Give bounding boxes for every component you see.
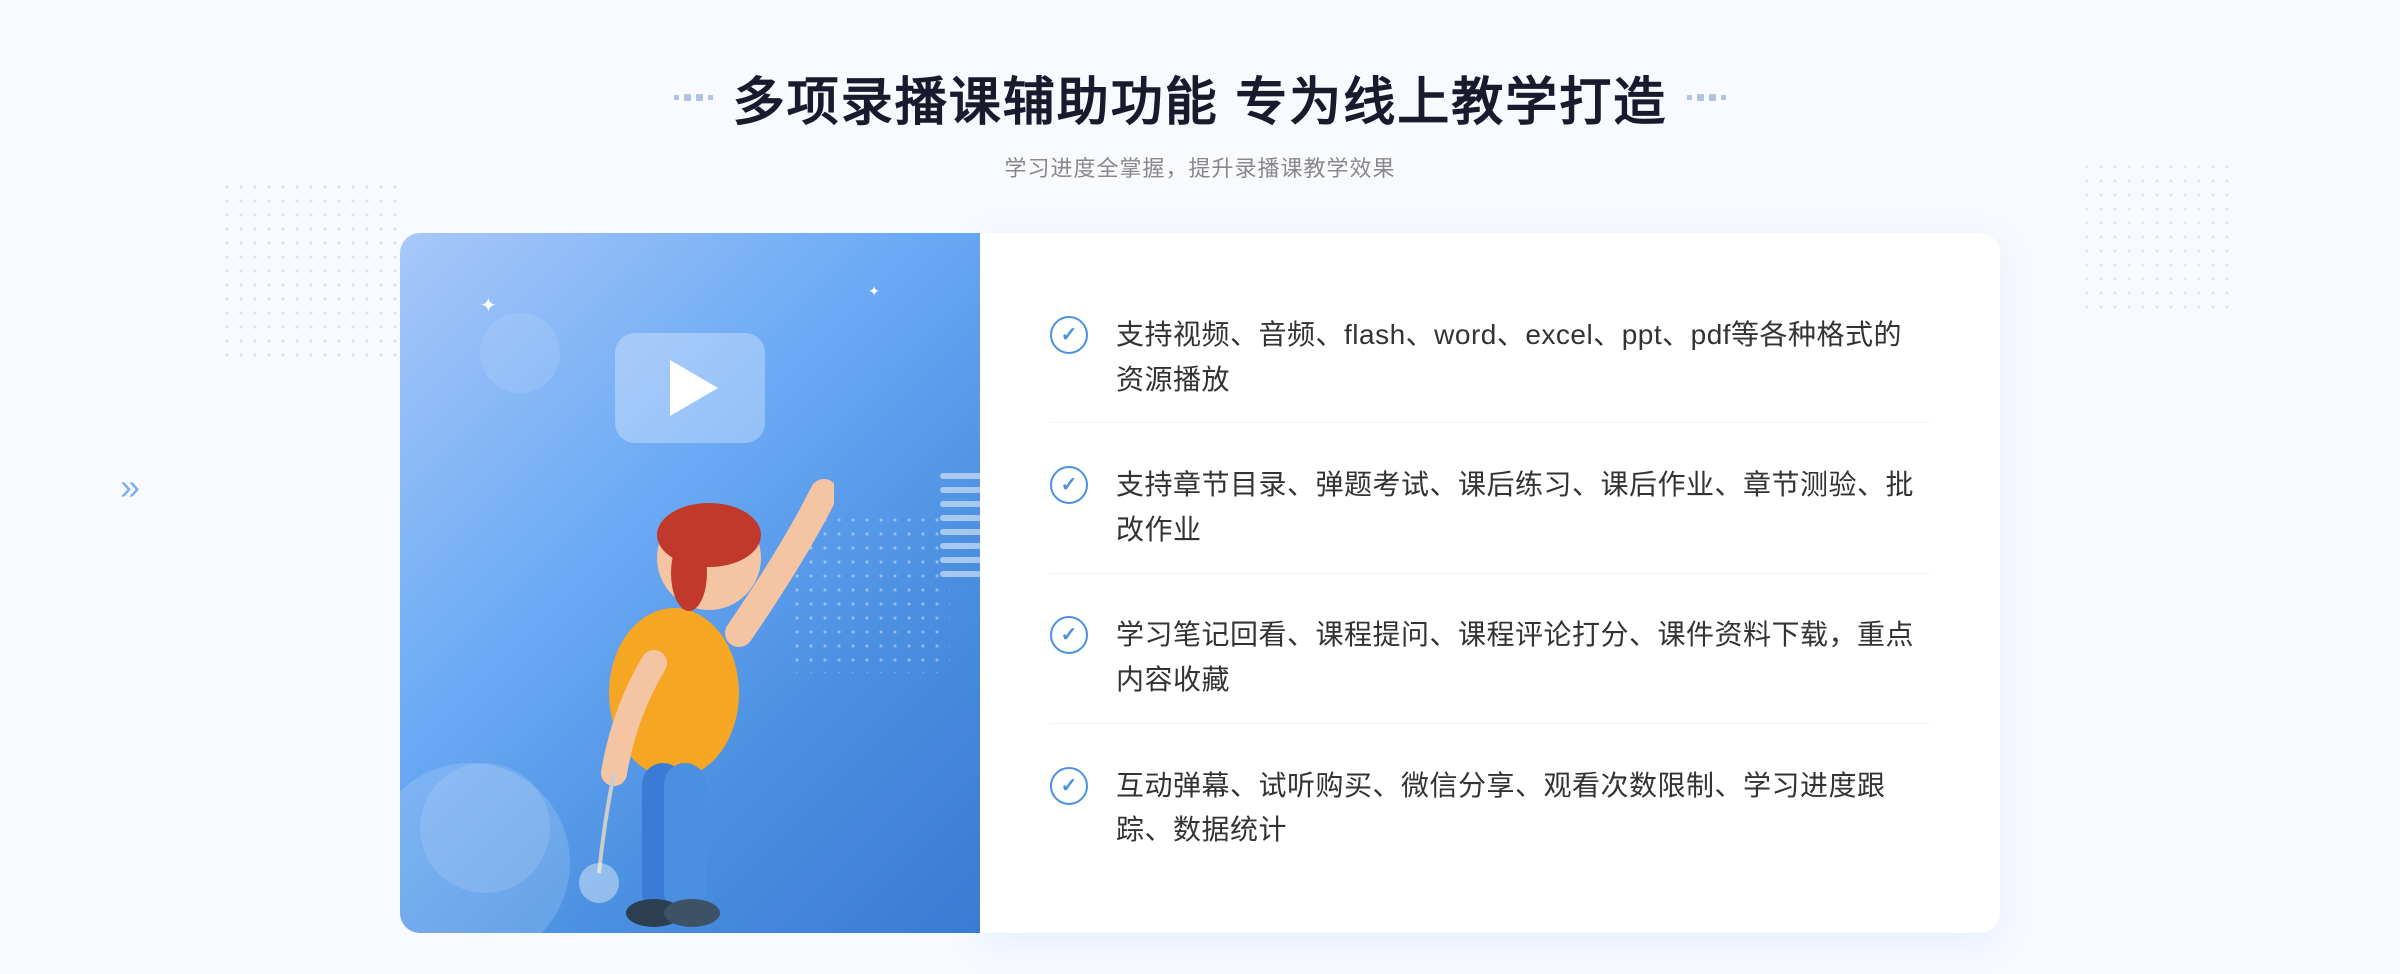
feature-item-4: ✓ 互动弹幕、试听购买、微信分享、观看次数限制、学习进度跟踪、数据统计 [1050, 744, 1930, 874]
sparkle-icon: ✦ [480, 293, 497, 318]
deco-stripe [940, 473, 980, 479]
deco-stripe [940, 487, 980, 493]
feature-text-4: 互动弹幕、试听购买、微信分享、观看次数限制、学习进度跟踪、数据统计 [1116, 764, 1930, 854]
check-icon-4: ✓ [1061, 776, 1078, 796]
check-circle-3: ✓ [1050, 616, 1088, 654]
feature-item-3: ✓ 学习笔记回看、课程提问、课程评论打分、课件资料下载，重点内容收藏 [1050, 593, 1930, 724]
check-icon-3: ✓ [1061, 625, 1078, 645]
title-row: 多项录播课辅助功能 专为线上教学打造 [674, 60, 1726, 135]
header-section: 多项录播课辅助功能 专为线上教学打造 学习进度全掌握，提升录播课教学效果 [674, 60, 1726, 183]
check-circle-2: ✓ [1050, 466, 1088, 504]
main-title: 多项录播课辅助功能 专为线上教学打造 [733, 60, 1667, 135]
feature-text-3: 学习笔记回看、课程提问、课程评论打分、课件资料下载，重点内容收藏 [1116, 613, 1930, 703]
check-icon-1: ✓ [1061, 325, 1078, 345]
deco-stripes [940, 473, 980, 593]
dot [684, 94, 691, 101]
dot [674, 95, 679, 100]
chevron-left-decoration: » [120, 466, 140, 508]
deco-stripe [940, 543, 980, 549]
dot [696, 94, 703, 101]
deco-stripe [940, 529, 980, 535]
dot [1709, 94, 1716, 101]
bg-dots-right [2080, 160, 2240, 320]
page-container: » 多项录播课辅助功能 专为线上教学打造 学习进度全掌握，提升录播课教学效果 [0, 0, 2400, 974]
sparkle-icon-small: ✦ [868, 283, 880, 300]
check-circle-4: ✓ [1050, 767, 1088, 805]
feature-item-2: ✓ 支持章节目录、弹题考试、课后练习、课后作业、章节测验、批改作业 [1050, 443, 1930, 574]
illustration-area: ✦ ✦ [400, 233, 980, 933]
deco-stripe [940, 501, 980, 507]
dot [1697, 94, 1704, 101]
deco-stripe [940, 515, 980, 521]
dot [1687, 95, 1692, 100]
title-dots-left [674, 94, 713, 101]
features-area: ✓ 支持视频、音频、flash、word、excel、ppt、pdf等各种格式的… [980, 233, 2000, 933]
deco-stripe [940, 557, 980, 563]
feature-item-1: ✓ 支持视频、音频、flash、word、excel、ppt、pdf等各种格式的… [1050, 293, 1930, 424]
title-dots-right [1687, 94, 1726, 101]
bg-dots-left [220, 180, 400, 360]
person-figure [514, 373, 834, 933]
dot [1721, 95, 1726, 100]
dot [708, 95, 713, 100]
main-content: ✦ ✦ [400, 233, 2000, 933]
deco-stripe [940, 571, 980, 577]
check-icon-2: ✓ [1061, 475, 1078, 495]
subtitle: 学习进度全掌握，提升录播课教学效果 [674, 151, 1726, 183]
check-circle-1: ✓ [1050, 316, 1088, 354]
feature-text-2: 支持章节目录、弹题考试、课后练习、课后作业、章节测验、批改作业 [1116, 463, 1930, 553]
feature-text-1: 支持视频、音频、flash、word、excel、ppt、pdf等各种格式的资源… [1116, 313, 1930, 403]
